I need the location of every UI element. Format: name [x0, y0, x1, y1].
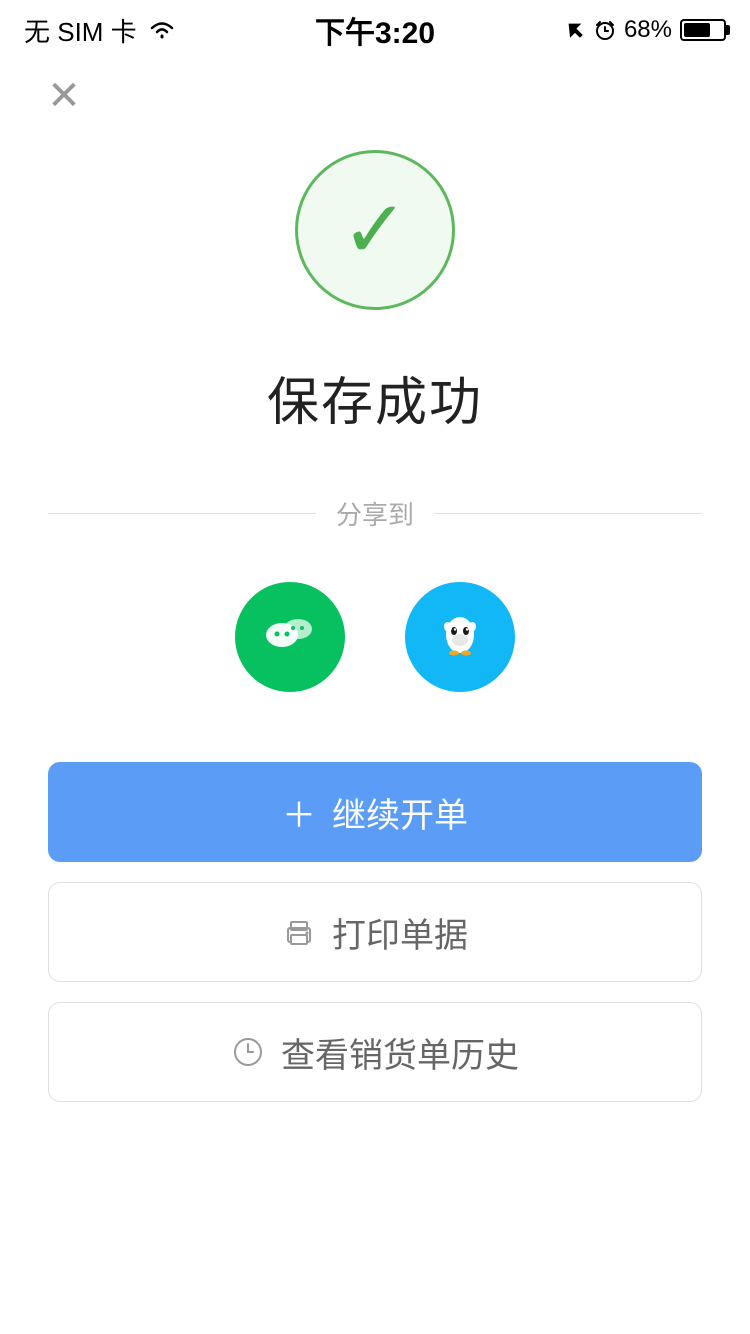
- battery-percent: 68%: [624, 16, 672, 44]
- status-time: 下午3:20: [315, 8, 435, 52]
- success-title: 保存成功: [267, 360, 483, 435]
- history-button[interactable]: 查看销货单历史: [48, 1002, 702, 1102]
- carrier-text: 无 SIM 卡: [24, 12, 137, 49]
- qq-share-button[interactable]: [405, 582, 515, 692]
- qq-logo-icon: [430, 607, 490, 667]
- status-right: 68%: [564, 16, 726, 44]
- wechat-logo-icon: [260, 607, 320, 667]
- continue-label: 继续开单: [332, 788, 468, 837]
- success-circle: ✓: [295, 150, 455, 310]
- close-icon: ✕: [47, 76, 81, 116]
- share-icons: [235, 582, 515, 692]
- share-label: 分享到: [316, 495, 434, 532]
- share-divider: 分享到: [48, 495, 702, 532]
- status-bar: 无 SIM 卡 下午3:20 68%: [0, 0, 750, 60]
- alarm-icon: [594, 19, 616, 41]
- divider-right: [434, 513, 702, 514]
- main-content: ✓ 保存成功 分享到: [0, 60, 750, 1162]
- wechat-share-button[interactable]: [235, 582, 345, 692]
- history-label: 查看销货单历史: [281, 1028, 519, 1077]
- checkmark-icon: ✓: [341, 190, 408, 270]
- status-left: 无 SIM 卡: [24, 12, 177, 49]
- battery-icon: [680, 19, 726, 41]
- print-label: 打印单据: [332, 908, 468, 957]
- wifi-icon: [147, 19, 177, 41]
- close-button[interactable]: ✕: [40, 72, 88, 120]
- divider-left: [48, 513, 316, 514]
- plus-icon: ＋: [282, 788, 316, 837]
- print-button[interactable]: 打印单据: [48, 882, 702, 982]
- action-buttons: ＋ 继续开单 打印单据 查看销货单历史: [48, 762, 702, 1102]
- continue-button[interactable]: ＋ 继续开单: [48, 762, 702, 862]
- printer-icon: [282, 915, 316, 949]
- clock-icon: [231, 1035, 265, 1069]
- location-icon: [564, 19, 586, 41]
